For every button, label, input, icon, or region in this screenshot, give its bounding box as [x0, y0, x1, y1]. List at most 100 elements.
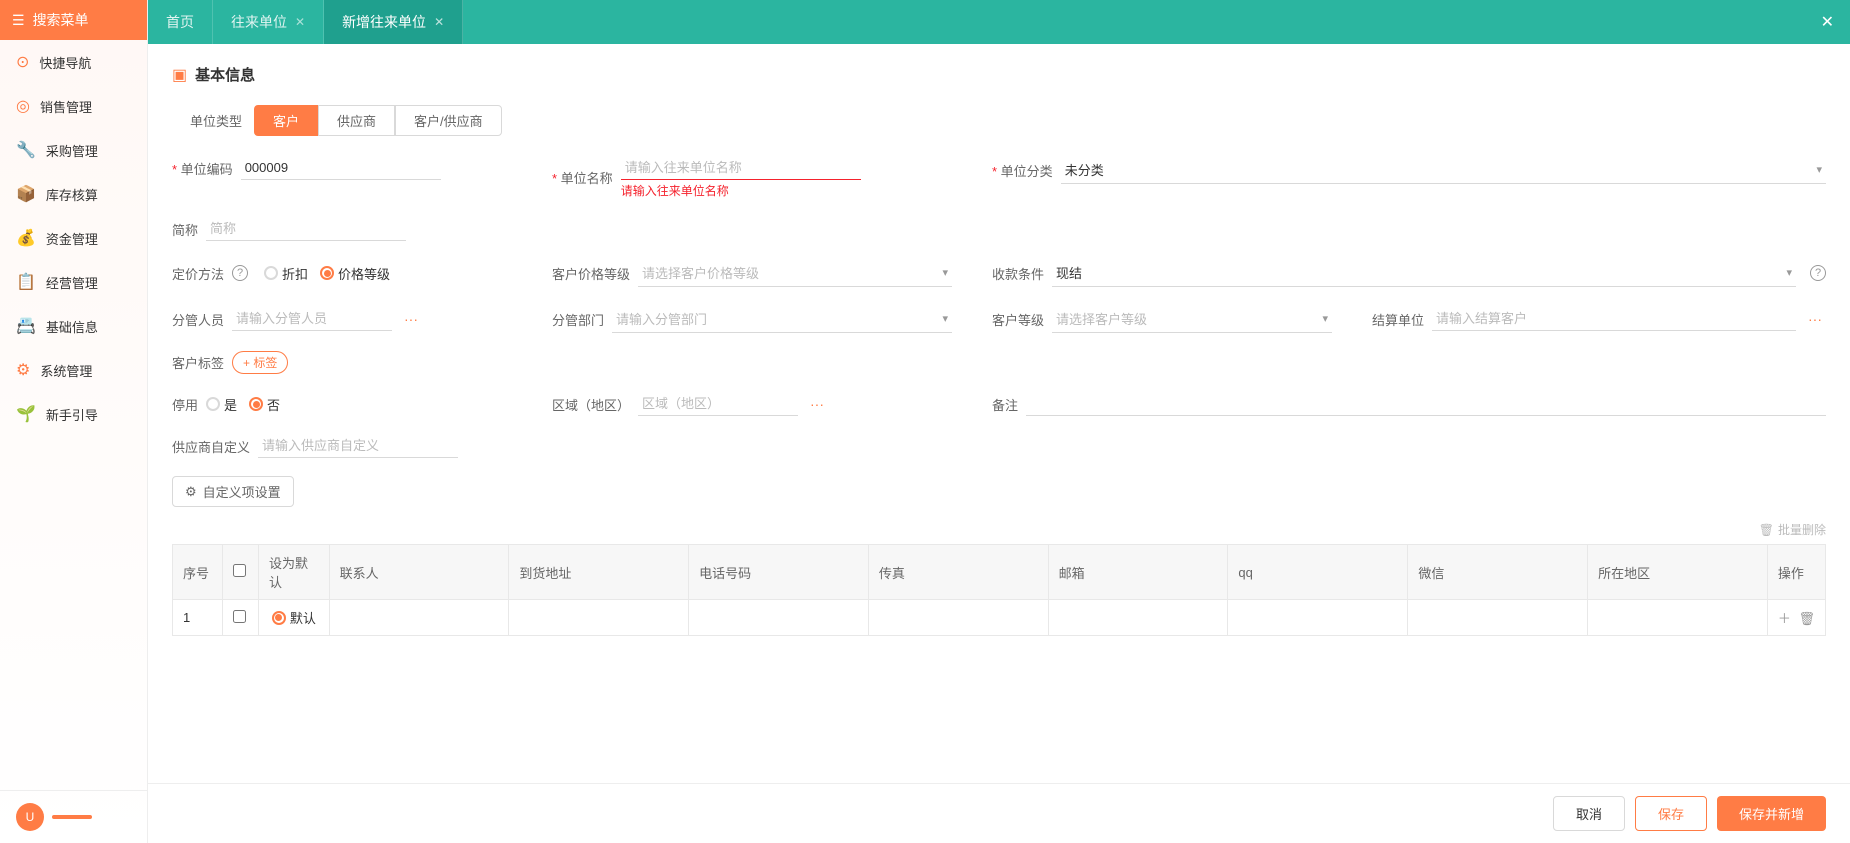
- manager-row: 分管人员 ··· 分管部门 请输入分管部门 ▾ 客户等级 请选择客户等级 ▾: [172, 305, 1826, 333]
- wechat-input[interactable]: [1418, 610, 1577, 625]
- name-label: 单位名称: [552, 168, 613, 187]
- disable-radio-no[interactable]: 否: [249, 395, 280, 414]
- disable-field: 停用 是 否: [172, 395, 512, 414]
- supplier-custom-label: 供应商自定义: [172, 437, 250, 456]
- save-button[interactable]: 保存: [1635, 796, 1707, 831]
- manager-input[interactable]: [232, 307, 392, 331]
- pricing-row: 定价方法 ? 折扣 价格等级 客户价格等级: [172, 259, 1826, 287]
- code-field: 单位编码: [172, 156, 512, 180]
- add-row-btn[interactable]: ＋: [1778, 611, 1791, 626]
- sidebar-item-guide[interactable]: 🌱 新手引导: [0, 392, 147, 436]
- note-label: 备注: [992, 395, 1018, 414]
- sidebar-item-finance[interactable]: 💰 资金管理: [0, 216, 147, 260]
- radio-default-dot: [275, 614, 282, 621]
- close-contacts-tab[interactable]: ✕: [295, 15, 305, 29]
- sidebar-item-operations[interactable]: 📋 经营管理: [0, 260, 147, 304]
- sidebar-item-basic[interactable]: 📇 基础信息: [0, 304, 147, 348]
- th-action: 操作: [1767, 545, 1825, 600]
- avatar: U: [16, 803, 44, 831]
- radio-dot-no: [253, 401, 260, 408]
- row-address: [509, 600, 689, 636]
- category-select[interactable]: 未分类 ▾: [1061, 156, 1826, 184]
- tab-home[interactable]: 首页: [148, 0, 213, 44]
- settlement-more-btn[interactable]: ···: [1804, 311, 1826, 327]
- default-radio[interactable]: 默认: [269, 608, 319, 627]
- table-header: 序号 设为默认 联系人 到货地址 电话号码 传真 邮箱 qq 微信 所在地区 操…: [173, 545, 1826, 600]
- payment-help-icon[interactable]: ?: [1810, 265, 1826, 281]
- pricing-help-icon[interactable]: ?: [232, 265, 248, 281]
- progress-bar: [52, 815, 92, 819]
- customer-price-field: 客户价格等级 请选择客户价格等级 ▾: [552, 259, 952, 287]
- settlement-field: 结算单位 ···: [1372, 307, 1826, 331]
- fax-input[interactable]: [879, 610, 1038, 625]
- customer-price-select[interactable]: 请选择客户价格等级 ▾: [638, 259, 952, 287]
- code-input[interactable]: [241, 156, 441, 180]
- manager-more-btn[interactable]: ···: [400, 311, 422, 327]
- supplier-custom-row: 供应商自定义: [172, 434, 1826, 458]
- type-btn-both[interactable]: 客户/供应商: [395, 105, 502, 136]
- sidebar-item-system[interactable]: ⚙ 系统管理: [0, 348, 147, 392]
- close-window-btn[interactable]: ✕: [1805, 12, 1850, 32]
- alias-input[interactable]: [206, 217, 406, 241]
- tab-contacts[interactable]: 往来单位 ✕: [213, 0, 324, 44]
- customer-level-arrow: ▾: [1322, 312, 1328, 325]
- payment-select[interactable]: 现结 ▾: [1052, 259, 1796, 287]
- add-tag-btn[interactable]: + 标签: [232, 351, 288, 374]
- sidebar-item-purchase[interactable]: 🔧 采购管理: [0, 128, 147, 172]
- supplier-custom-input[interactable]: [258, 434, 458, 458]
- pricing-radio-level[interactable]: 价格等级: [320, 264, 390, 283]
- type-btn-supplier[interactable]: 供应商: [318, 105, 395, 136]
- purchase-icon: 🔧: [16, 140, 36, 160]
- contact-input[interactable]: [340, 610, 499, 625]
- tab-new-contact[interactable]: 新增往来单位 ✕: [324, 0, 463, 44]
- note-input[interactable]: [1026, 392, 1826, 416]
- delete-row-btn[interactable]: 🗑: [1798, 611, 1815, 626]
- th-wechat: 微信: [1408, 545, 1588, 600]
- gear-icon: ⚙: [185, 484, 197, 500]
- row-region: [1588, 600, 1768, 636]
- dept-select[interactable]: 请输入分管部门 ▾: [612, 305, 952, 333]
- address-input[interactable]: [519, 610, 678, 625]
- email-input[interactable]: [1059, 610, 1218, 625]
- region-more-btn[interactable]: ···: [806, 396, 828, 412]
- th-seq: 序号: [173, 545, 223, 600]
- dept-label: 分管部门: [552, 310, 604, 329]
- sidebar-item-sales[interactable]: ◎ 销售管理: [0, 84, 147, 128]
- settlement-label: 结算单位: [1372, 310, 1424, 329]
- region-table-input[interactable]: [1598, 610, 1757, 625]
- manager-field: 分管人员 ···: [172, 307, 512, 331]
- row-phone: [689, 600, 869, 636]
- disable-label: 停用: [172, 395, 198, 414]
- type-btn-customer[interactable]: 客户: [254, 105, 318, 136]
- radio-dot-level: [324, 270, 331, 277]
- table-header-row: 序号 设为默认 联系人 到货地址 电话号码 传真 邮箱 qq 微信 所在地区 操…: [173, 545, 1826, 600]
- save-new-button[interactable]: 保存并新增: [1717, 796, 1826, 831]
- th-check: [223, 545, 259, 600]
- operations-icon: 📋: [16, 272, 36, 292]
- close-new-contact-tab[interactable]: ✕: [434, 15, 444, 29]
- row-fax: [868, 600, 1048, 636]
- cancel-button[interactable]: 取消: [1553, 796, 1625, 831]
- settlement-input[interactable]: [1432, 307, 1796, 331]
- table-body: 1 默认: [173, 600, 1826, 636]
- custom-settings-btn[interactable]: ⚙ 自定义项设置: [172, 476, 294, 507]
- select-all-checkbox[interactable]: [233, 564, 246, 577]
- disable-radio-yes[interactable]: 是: [206, 395, 237, 414]
- th-address: 到货地址: [509, 545, 689, 600]
- phone-input[interactable]: [699, 610, 858, 625]
- search-menu-btn[interactable]: ☰ 搜索菜单: [0, 0, 147, 40]
- note-field: 备注: [992, 392, 1826, 416]
- qq-input[interactable]: [1238, 610, 1397, 625]
- region-input[interactable]: [638, 392, 798, 416]
- sidebar-item-quick-nav[interactable]: ⊙ 快捷导航: [0, 40, 147, 84]
- row-action: ＋ 🗑: [1767, 600, 1825, 636]
- dept-arrow: ▾: [942, 312, 948, 325]
- code-name-category-row: 单位编码 单位名称 请输入往来单位名称 单位分类 未分类 ▾: [172, 156, 1826, 199]
- radio-default-circle: [272, 611, 286, 625]
- row-checkbox[interactable]: [233, 610, 246, 623]
- name-input[interactable]: [621, 156, 861, 180]
- batch-delete-btn[interactable]: 🗑 批量删除: [172, 521, 1826, 538]
- customer-level-select[interactable]: 请选择客户等级 ▾: [1052, 305, 1332, 333]
- sidebar-item-inventory[interactable]: 📦 库存核算: [0, 172, 147, 216]
- pricing-radio-discount[interactable]: 折扣: [264, 264, 308, 283]
